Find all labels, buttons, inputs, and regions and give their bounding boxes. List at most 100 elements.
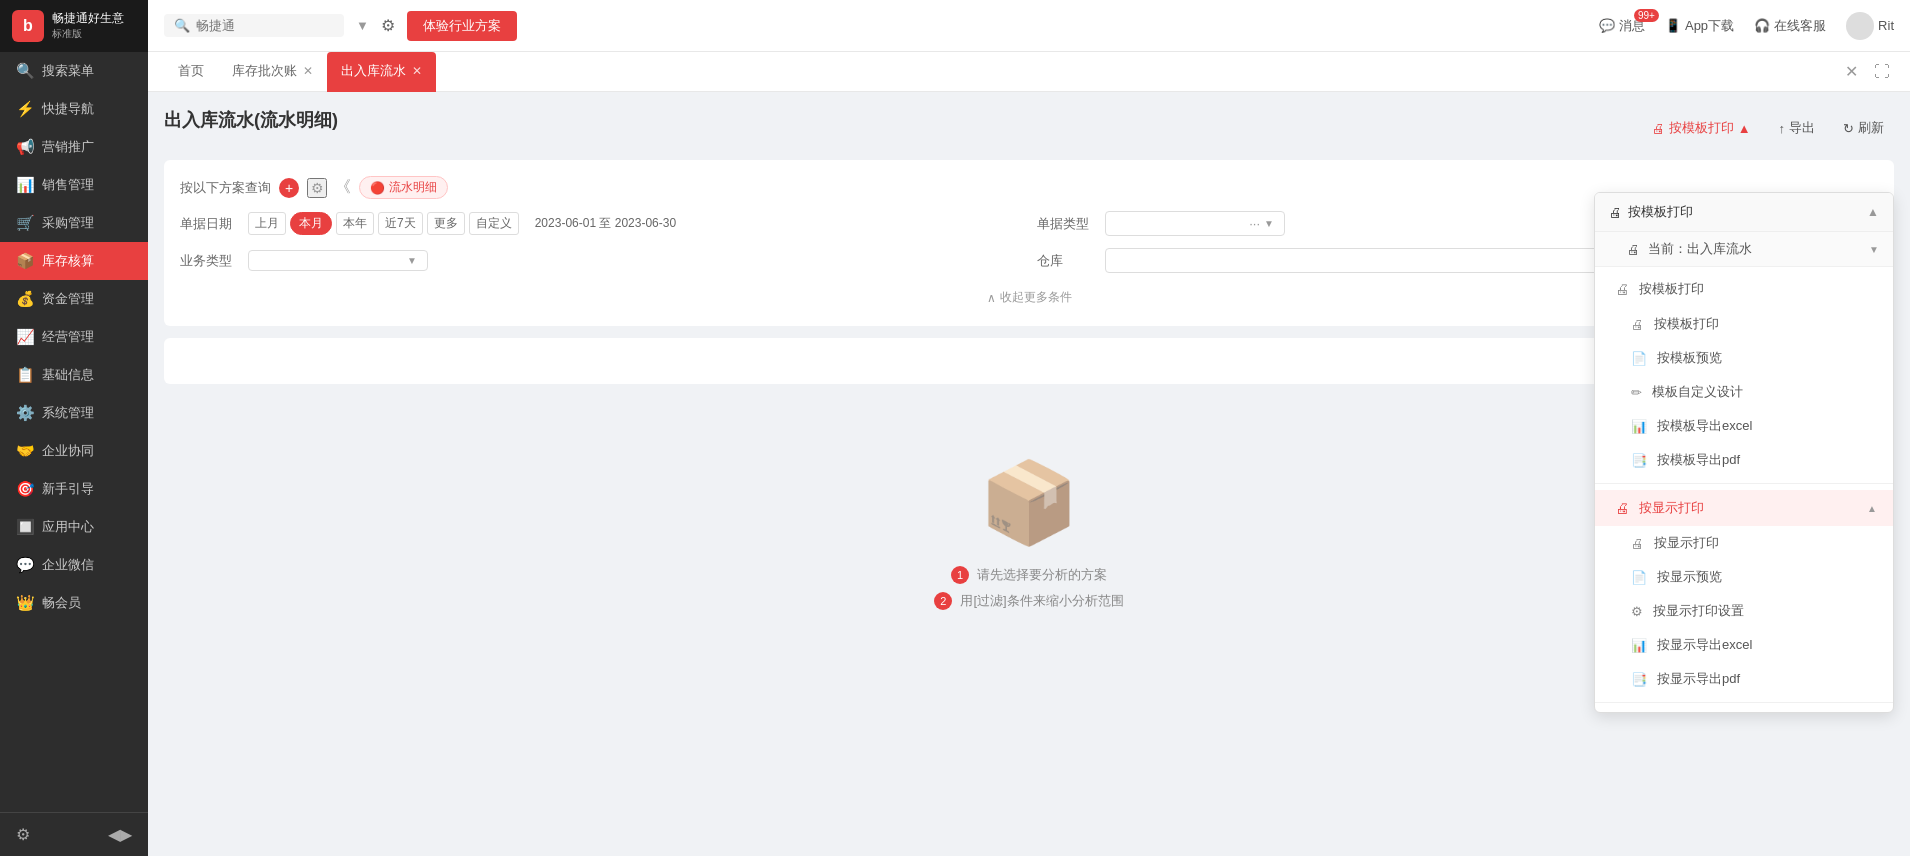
sidebar-item-finance[interactable]: 💰 资金管理 bbox=[0, 280, 148, 318]
online-service-btn[interactable]: 🎧 在线客服 bbox=[1754, 17, 1826, 35]
current-arrow-icon[interactable]: ▼ bbox=[1869, 244, 1879, 255]
sidebar-item-wechat[interactable]: 💬 企业微信 bbox=[0, 546, 148, 584]
date-btn-current-year[interactable]: 本年 bbox=[336, 212, 374, 235]
trial-btn[interactable]: 体验行业方案 bbox=[407, 11, 517, 41]
export-icon: ↑ bbox=[1779, 121, 1786, 136]
sub-preview-icon: 📄 bbox=[1631, 351, 1647, 366]
display-print-sub-print[interactable]: 🖨 按显示打印 bbox=[1595, 526, 1893, 560]
username-label: Rit bbox=[1878, 18, 1894, 33]
sidebar-item-label-system: 系统管理 bbox=[42, 404, 94, 422]
topbar-right: 💬 消息 99+ 📱 App下载 🎧 在线客服 Rit bbox=[1599, 12, 1894, 40]
sidebar-item-system[interactable]: ⚙️ 系统管理 bbox=[0, 394, 148, 432]
sidebar-item-base[interactable]: 📋 基础信息 bbox=[0, 356, 148, 394]
sidebar-footer: ⚙ ◀▶ bbox=[0, 812, 148, 856]
sidebar-item-cooperation[interactable]: 🤝 企业协同 bbox=[0, 432, 148, 470]
appstore-icon: 🔲 bbox=[16, 518, 34, 536]
type-select[interactable]: ··· ▼ bbox=[1105, 211, 1285, 236]
page-body: 出入库流水(流水明细) 🖨 按模板打印 ▲ ↑ 导出 ↻ 刷新 bbox=[148, 92, 1910, 856]
display-export-pdf[interactable]: 📑 按显示导出pdf bbox=[1595, 662, 1893, 696]
settings-icon[interactable]: ⚙ bbox=[16, 825, 30, 844]
marketing-icon: 📢 bbox=[16, 138, 34, 156]
dropdown-collapse-icon[interactable]: ▲ bbox=[1867, 205, 1879, 219]
date-btn-7days[interactable]: 近7天 bbox=[378, 212, 423, 235]
sidebar-item-label-vip: 畅会员 bbox=[42, 594, 81, 612]
search-input[interactable] bbox=[196, 18, 316, 33]
topbar-gear-icon[interactable]: ⚙ bbox=[381, 16, 395, 35]
filter-biz-field: 业务类型 ▼ bbox=[180, 250, 1021, 271]
close-tab-btn[interactable]: ✕ bbox=[1841, 60, 1862, 83]
page-header-actions: 🖨 按模板打印 ▲ ↑ 导出 ↻ 刷新 bbox=[1642, 114, 1894, 142]
main-content: 🔍 ▼ ⚙ 体验行业方案 💬 消息 99+ 📱 App下载 🎧 在线客服 bbox=[148, 0, 1910, 856]
topbar-chevron-icon[interactable]: ▼ bbox=[356, 18, 369, 33]
date-btn-prev-month[interactable]: 上月 bbox=[248, 212, 286, 235]
sidebar-item-quicknav[interactable]: ⚡ 快捷导航 bbox=[0, 90, 148, 128]
display-sub-excel-icon: 📊 bbox=[1631, 638, 1647, 653]
empty-step-2: 2 用[过滤]条件来缩小分析范围 bbox=[934, 592, 1123, 610]
template-print-btn[interactable]: 🖨 按模板打印 ▲ bbox=[1642, 114, 1761, 142]
biz-chevron-icon: ▼ bbox=[407, 255, 417, 266]
set-default-btn[interactable]: ⚙ 设置默认功能 ▼ bbox=[1595, 709, 1893, 712]
expand-tab-btn[interactable]: ⛶ bbox=[1870, 61, 1894, 83]
sidebar-item-purchase[interactable]: 🛒 采购管理 bbox=[0, 204, 148, 242]
sidebar-item-operations[interactable]: 📈 经营管理 bbox=[0, 318, 148, 356]
date-btn-current-month[interactable]: 本月 bbox=[290, 212, 332, 235]
dropdown-scroll: 🖨 当前：出入库流水 ▼ 🖨 按模板打印 🖨 按模板打印 bbox=[1595, 232, 1893, 712]
sidebar-item-label-guide: 新手引导 bbox=[42, 480, 94, 498]
tab-home[interactable]: 首页 bbox=[164, 52, 218, 92]
printer-header-icon: 🖨 bbox=[1609, 205, 1622, 220]
filter-tag-water[interactable]: 🔴 流水明细 bbox=[359, 176, 448, 199]
search-icon: 🔍 bbox=[16, 62, 34, 80]
message-btn[interactable]: 💬 消息 99+ bbox=[1599, 17, 1645, 35]
collapse-sidebar-icon[interactable]: ◀▶ bbox=[108, 825, 132, 844]
page-header: 出入库流水(流水明细) 🖨 按模板打印 ▲ ↑ 导出 ↻ 刷新 bbox=[164, 108, 1894, 148]
app-download-btn[interactable]: 📱 App下载 bbox=[1665, 17, 1734, 35]
headset-icon: 🎧 bbox=[1754, 18, 1770, 33]
filter-settings-icon[interactable]: ⚙ bbox=[307, 178, 327, 198]
template-export-excel[interactable]: 📊 按模板导出excel bbox=[1595, 409, 1893, 443]
sales-icon: 📊 bbox=[16, 176, 34, 194]
close-tab-batch-icon[interactable]: ✕ bbox=[303, 64, 313, 78]
display-print-header[interactable]: 🖨 按显示打印 ▲ bbox=[1595, 490, 1893, 526]
collapse-filter-btn[interactable]: ∧ 收起更多条件 bbox=[987, 289, 1072, 306]
sidebar-item-appstore[interactable]: 🔲 应用中心 bbox=[0, 508, 148, 546]
template-custom-design[interactable]: ✏ 模板自定义设计 bbox=[1595, 375, 1893, 409]
sidebar-item-search[interactable]: 🔍 搜索菜单 bbox=[0, 52, 148, 90]
topbar-search-box[interactable]: 🔍 bbox=[164, 14, 344, 37]
type-label: 单据类型 bbox=[1037, 215, 1097, 233]
sidebar-item-marketing[interactable]: 📢 营销推广 bbox=[0, 128, 148, 166]
template-export-pdf[interactable]: 📑 按模板导出pdf bbox=[1595, 443, 1893, 477]
close-tab-flow-icon[interactable]: ✕ bbox=[412, 64, 422, 78]
date-btn-more[interactable]: 更多 bbox=[427, 212, 465, 235]
sidebar-item-label-finance: 资金管理 bbox=[42, 290, 94, 308]
date-btn-custom[interactable]: 自定义 bbox=[469, 212, 519, 235]
template-print-sub-preview[interactable]: 📄 按模板预览 bbox=[1595, 341, 1893, 375]
tab-batch[interactable]: 库存批次账 ✕ bbox=[218, 52, 327, 92]
export-btn[interactable]: ↑ 导出 bbox=[1769, 114, 1826, 142]
filter-collapse-icon[interactable]: 《 bbox=[335, 177, 351, 198]
quicknav-icon: ⚡ bbox=[16, 100, 34, 118]
sidebar-item-sales[interactable]: 📊 销售管理 bbox=[0, 166, 148, 204]
wechat-icon: 💬 bbox=[16, 556, 34, 574]
template-print-sub-print[interactable]: 🖨 按模板打印 bbox=[1595, 307, 1893, 341]
sidebar-item-label-cooperation: 企业协同 bbox=[42, 442, 94, 460]
sidebar-item-inventory[interactable]: 📦 库存核算 bbox=[0, 242, 148, 280]
avatar bbox=[1846, 12, 1874, 40]
display-print-sub-preview[interactable]: 📄 按显示预览 bbox=[1595, 560, 1893, 594]
sidebar-item-label-wechat: 企业微信 bbox=[42, 556, 94, 574]
user-avatar-area[interactable]: Rit bbox=[1846, 12, 1894, 40]
sidebar-item-vip[interactable]: 👑 畅会员 bbox=[0, 584, 148, 622]
tab-flow[interactable]: 出入库流水 ✕ bbox=[327, 52, 436, 92]
date-label: 单据日期 bbox=[180, 215, 240, 233]
display-export-excel[interactable]: 📊 按显示导出excel bbox=[1595, 628, 1893, 662]
display-sub-pdf-icon: 📑 bbox=[1631, 672, 1647, 687]
display-print-settings[interactable]: ⚙ 按显示打印设置 bbox=[1595, 594, 1893, 628]
vip-icon: 👑 bbox=[16, 594, 34, 612]
template-print-header[interactable]: 🖨 按模板打印 bbox=[1595, 271, 1893, 307]
refresh-btn[interactable]: ↻ 刷新 bbox=[1833, 114, 1894, 142]
sidebar-item-guide[interactable]: 🎯 新手引导 bbox=[0, 470, 148, 508]
dropdown-divider-1 bbox=[1595, 483, 1893, 484]
sidebar-item-label-marketing: 营销推广 bbox=[42, 138, 94, 156]
biz-select[interactable]: ▼ bbox=[248, 250, 428, 271]
filter-add-btn[interactable]: + bbox=[279, 178, 299, 198]
type-more-icon[interactable]: ··· bbox=[1249, 216, 1260, 231]
